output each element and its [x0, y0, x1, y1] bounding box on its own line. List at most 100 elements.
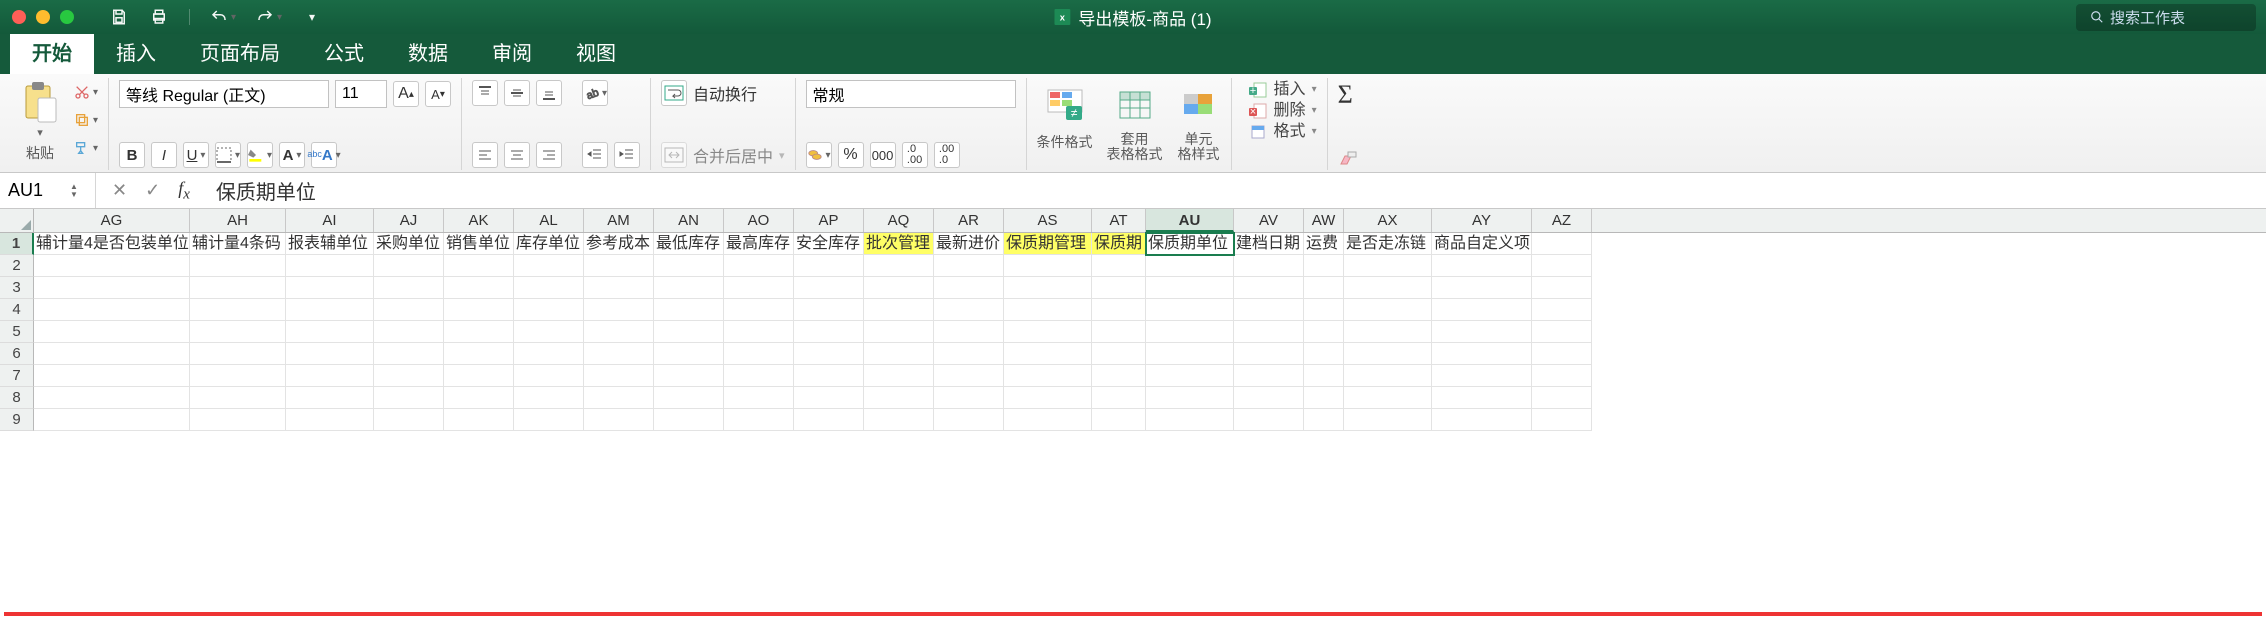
- cell-AS5[interactable]: [1004, 321, 1092, 343]
- cell-AS3[interactable]: [1004, 277, 1092, 299]
- column-header-AU[interactable]: AU: [1146, 209, 1234, 232]
- column-header-AJ[interactable]: AJ: [374, 209, 444, 232]
- cell-AM7[interactable]: [584, 365, 654, 387]
- row-header-3[interactable]: 3: [0, 277, 34, 299]
- decrease-decimal-button[interactable]: .00.0: [934, 142, 960, 168]
- cell-AH1[interactable]: 辅计量4条码: [190, 233, 286, 255]
- cell-AW8[interactable]: [1304, 387, 1344, 409]
- align-left-button[interactable]: [472, 142, 498, 168]
- align-center-button[interactable]: [504, 142, 530, 168]
- cell-AK4[interactable]: [444, 299, 514, 321]
- cell-AW2[interactable]: [1304, 255, 1344, 277]
- cell-AY2[interactable]: [1432, 255, 1532, 277]
- cell-AR9[interactable]: [934, 409, 1004, 431]
- percent-button[interactable]: %: [838, 142, 864, 168]
- close-window-button[interactable]: [12, 10, 26, 24]
- row-header-5[interactable]: 5: [0, 321, 34, 343]
- cell-AP3[interactable]: [794, 277, 864, 299]
- cell-AQ7[interactable]: [864, 365, 934, 387]
- cell-AO9[interactable]: [724, 409, 794, 431]
- conditional-format-button[interactable]: ≠ 条件格式: [1037, 84, 1093, 152]
- column-header-AO[interactable]: AO: [724, 209, 794, 232]
- cell-AW3[interactable]: [1304, 277, 1344, 299]
- delete-cells-button[interactable]: × 删除▾: [1248, 101, 1317, 120]
- column-header-AZ[interactable]: AZ: [1532, 209, 1592, 232]
- cell-AN2[interactable]: [654, 255, 724, 277]
- row-header-1[interactable]: 1: [0, 233, 34, 255]
- column-header-AK[interactable]: AK: [444, 209, 514, 232]
- cancel-formula-button[interactable]: ✕: [112, 180, 127, 201]
- cell-AV7[interactable]: [1234, 365, 1304, 387]
- cell-AU3[interactable]: [1146, 277, 1234, 299]
- cell-AR8[interactable]: [934, 387, 1004, 409]
- cell-AG2[interactable]: [34, 255, 190, 277]
- column-header-AW[interactable]: AW: [1304, 209, 1344, 232]
- increase-font-button[interactable]: A▴: [393, 81, 419, 107]
- cell-AM3[interactable]: [584, 277, 654, 299]
- cell-AZ2[interactable]: [1532, 255, 1592, 277]
- tab-view[interactable]: 视图: [554, 31, 638, 74]
- cell-AK7[interactable]: [444, 365, 514, 387]
- cell-AH6[interactable]: [190, 343, 286, 365]
- cell-AN6[interactable]: [654, 343, 724, 365]
- cell-AU1[interactable]: 保质期单位: [1146, 233, 1234, 255]
- cell-AI5[interactable]: [286, 321, 374, 343]
- column-header-AP[interactable]: AP: [794, 209, 864, 232]
- increase-decimal-button[interactable]: .0.00: [902, 142, 928, 168]
- cell-AX4[interactable]: [1344, 299, 1432, 321]
- cell-AL8[interactable]: [514, 387, 584, 409]
- cell-AO1[interactable]: 最高库存: [724, 233, 794, 255]
- insert-cells-button[interactable]: + 插入▾: [1248, 80, 1317, 99]
- cell-AZ8[interactable]: [1532, 387, 1592, 409]
- cell-AW9[interactable]: [1304, 409, 1344, 431]
- cell-AK8[interactable]: [444, 387, 514, 409]
- cell-AG3[interactable]: [34, 277, 190, 299]
- cell-AT9[interactable]: [1092, 409, 1146, 431]
- orientation-button[interactable]: ab: [582, 80, 608, 106]
- column-header-AM[interactable]: AM: [584, 209, 654, 232]
- cell-AN8[interactable]: [654, 387, 724, 409]
- search-sheet-input[interactable]: 搜索工作表: [2076, 4, 2256, 31]
- row-header-6[interactable]: 6: [0, 343, 34, 365]
- cell-AP5[interactable]: [794, 321, 864, 343]
- align-middle-button[interactable]: [504, 80, 530, 106]
- cell-AW1[interactable]: 运费: [1304, 233, 1344, 255]
- cell-AT7[interactable]: [1092, 365, 1146, 387]
- cell-reference-input[interactable]: [8, 180, 68, 201]
- cell-AJ2[interactable]: [374, 255, 444, 277]
- cell-AN9[interactable]: [654, 409, 724, 431]
- cell-AU2[interactable]: [1146, 255, 1234, 277]
- column-header-AT[interactable]: AT: [1092, 209, 1146, 232]
- select-all-corner[interactable]: [0, 209, 34, 232]
- print-icon[interactable]: [149, 7, 169, 27]
- font-size-select[interactable]: [335, 80, 387, 108]
- cell-AL6[interactable]: [514, 343, 584, 365]
- cell-AP2[interactable]: [794, 255, 864, 277]
- tab-page-layout[interactable]: 页面布局: [178, 31, 302, 74]
- cell-AJ9[interactable]: [374, 409, 444, 431]
- customize-qat-button[interactable]: ▾: [302, 7, 322, 27]
- cell-AP7[interactable]: [794, 365, 864, 387]
- cell-AS9[interactable]: [1004, 409, 1092, 431]
- cell-AI9[interactable]: [286, 409, 374, 431]
- format-as-table-button[interactable]: 套用 表格格式: [1107, 84, 1163, 163]
- cell-AM4[interactable]: [584, 299, 654, 321]
- tab-insert[interactable]: 插入: [94, 31, 178, 74]
- cell-AV1[interactable]: 建档日期: [1234, 233, 1304, 255]
- column-header-AS[interactable]: AS: [1004, 209, 1092, 232]
- cell-AI7[interactable]: [286, 365, 374, 387]
- cell-AR1[interactable]: 最新进价: [934, 233, 1004, 255]
- cell-AK1[interactable]: 销售单位: [444, 233, 514, 255]
- cell-AY4[interactable]: [1432, 299, 1532, 321]
- align-right-button[interactable]: [536, 142, 562, 168]
- cell-AM5[interactable]: [584, 321, 654, 343]
- cut-button[interactable]: [74, 80, 98, 104]
- cell-AP4[interactable]: [794, 299, 864, 321]
- column-header-AX[interactable]: AX: [1344, 209, 1432, 232]
- cell-AO4[interactable]: [724, 299, 794, 321]
- cell-AY6[interactable]: [1432, 343, 1532, 365]
- undo-button[interactable]: [210, 7, 236, 27]
- cell-AV5[interactable]: [1234, 321, 1304, 343]
- cell-AX3[interactable]: [1344, 277, 1432, 299]
- cell-AU6[interactable]: [1146, 343, 1234, 365]
